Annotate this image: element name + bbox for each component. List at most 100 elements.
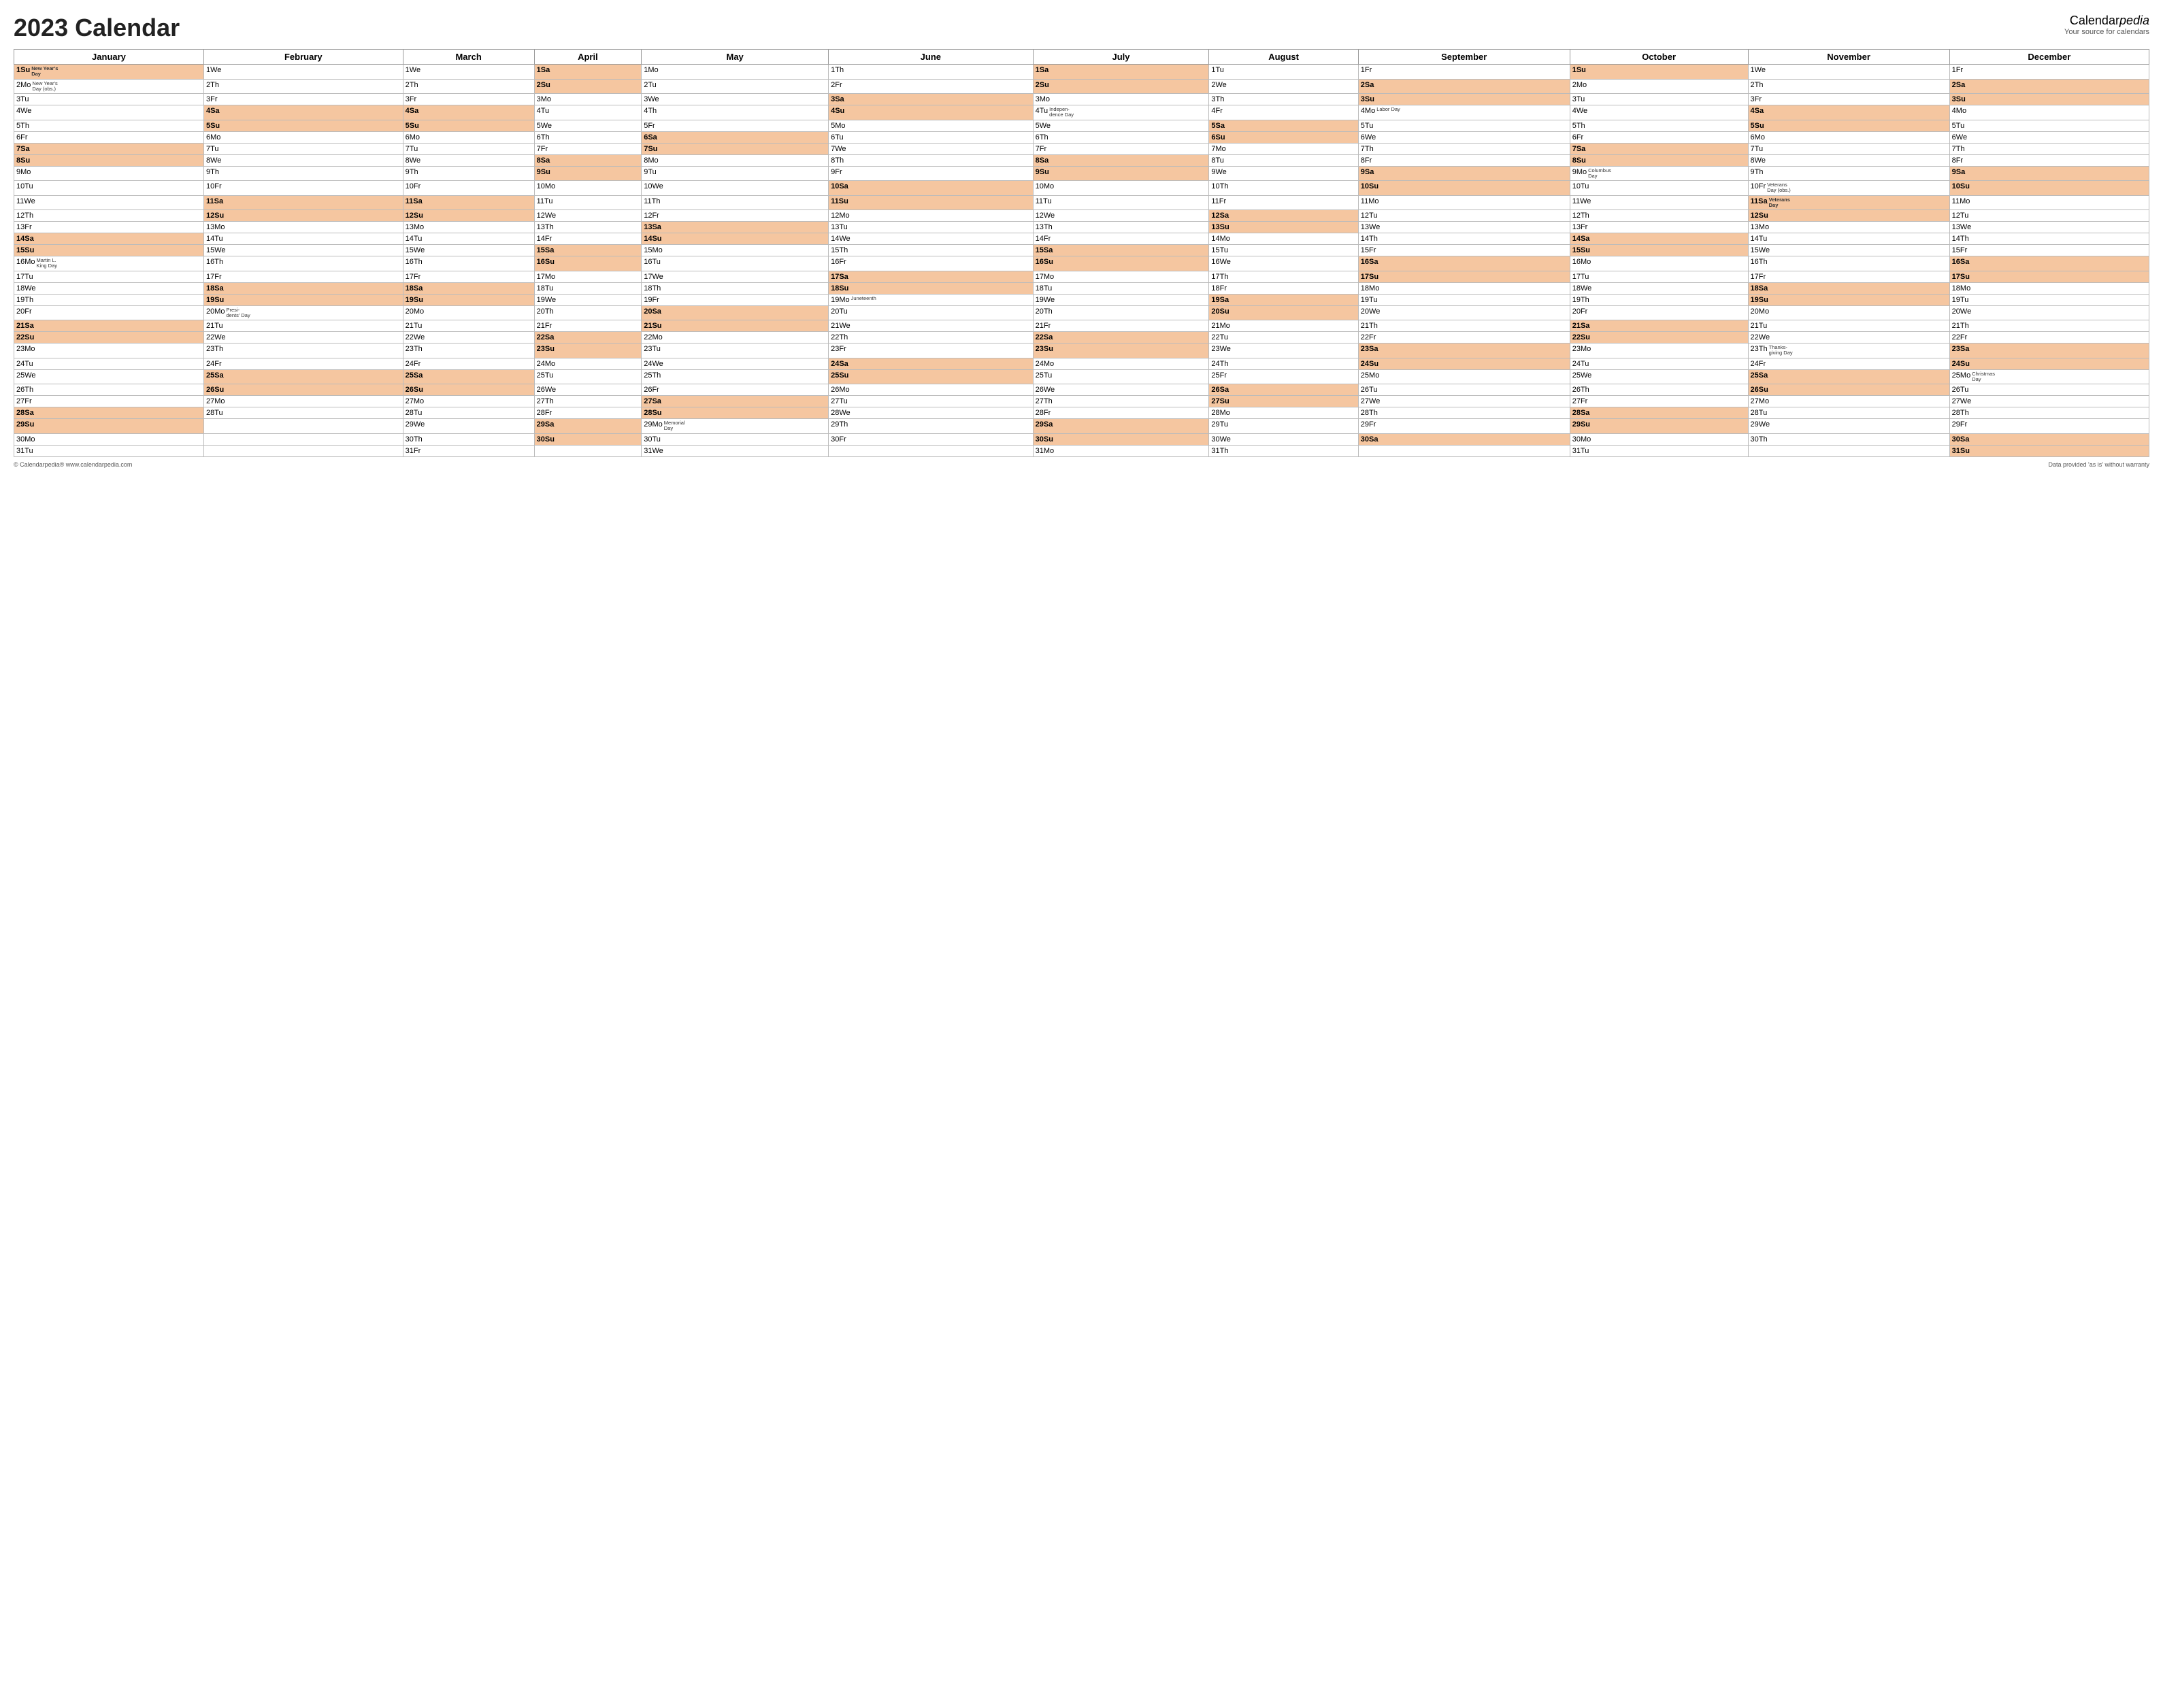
day-name: We bbox=[24, 197, 35, 205]
table-row bbox=[1358, 445, 1570, 456]
table-row: 24 Su bbox=[1949, 358, 2149, 369]
table-row: 2 Th bbox=[203, 79, 403, 94]
table-row: 16 Fr bbox=[829, 256, 1034, 271]
day-number: 15 bbox=[1572, 246, 1581, 254]
table-row: 5 Tu bbox=[1949, 120, 2149, 131]
day-name: We bbox=[1576, 107, 1587, 115]
day-name: Fr bbox=[1960, 420, 1967, 429]
day-number: 26 bbox=[1211, 386, 1219, 394]
table-row: 26 Th bbox=[14, 384, 204, 396]
day-name: Tu bbox=[1581, 273, 1589, 281]
day-name: Tu bbox=[214, 409, 222, 417]
table-row: 12 Th bbox=[1570, 210, 1748, 222]
day-number: 10 bbox=[1751, 182, 1759, 190]
day-name: Su bbox=[1576, 156, 1586, 165]
table-row: 16 MoMartin L. King Day bbox=[14, 256, 204, 271]
day-name: We bbox=[1960, 397, 1971, 405]
table-row: 4 TuIndepen- dence Day bbox=[1033, 105, 1209, 120]
day-name: We bbox=[541, 122, 552, 130]
day-number: 23 bbox=[1036, 345, 1044, 353]
table-row: 2 Tu bbox=[642, 79, 829, 94]
day-name: Fr bbox=[210, 95, 217, 103]
day-name: Mo bbox=[545, 273, 555, 281]
day-name: Tu bbox=[1759, 235, 1767, 243]
table-row: 9 Th bbox=[403, 166, 534, 181]
day-name: Sa bbox=[214, 284, 223, 292]
table-row: 26 Fr bbox=[642, 384, 829, 396]
day-name: Th bbox=[839, 420, 848, 429]
day-name: Su bbox=[545, 345, 555, 353]
table-row: 28 Tu bbox=[1748, 407, 1949, 419]
day-number: 11 bbox=[16, 197, 24, 205]
table-row: 16 Th bbox=[403, 256, 534, 271]
day-number: 30 bbox=[406, 435, 414, 443]
table-row: 17 Tu bbox=[14, 271, 204, 282]
table-row: 1 Fr bbox=[1358, 65, 1570, 80]
table-row: 25 Mo bbox=[1358, 369, 1570, 384]
table-row: 30 Sa bbox=[1949, 433, 2149, 445]
table-row: 21 Sa bbox=[14, 320, 204, 332]
table-row: 13 Su bbox=[1209, 222, 1358, 233]
day-name: Th bbox=[652, 371, 661, 380]
day-number: 24 bbox=[1952, 360, 1960, 368]
day-number: 24 bbox=[537, 360, 545, 368]
table-row: 6 Fr bbox=[14, 131, 204, 143]
day-name: Sa bbox=[1576, 145, 1585, 153]
page-footer: © Calendarpedia® www.calendarpedia.com D… bbox=[14, 461, 2149, 468]
day-number: 20 bbox=[1036, 307, 1044, 316]
day-name: Fr bbox=[1044, 409, 1051, 417]
day-name: We bbox=[1216, 81, 1227, 89]
table-row: 24 Mo bbox=[1033, 358, 1209, 369]
holiday-label: Columbus Day bbox=[1588, 168, 1611, 180]
day-name: Th bbox=[1755, 81, 1764, 89]
day-name: Tu bbox=[1365, 122, 1373, 130]
table-row: 1 We bbox=[203, 65, 403, 80]
day-name: Mo bbox=[1581, 345, 1591, 353]
day-name: Mo bbox=[1956, 107, 1966, 115]
table-row bbox=[203, 419, 403, 434]
day-name: Fr bbox=[410, 95, 416, 103]
day-name: We bbox=[1044, 212, 1055, 220]
day-name: Fr bbox=[839, 345, 846, 353]
table-row: 5 Sa bbox=[1209, 120, 1358, 131]
table-row: 26 Tu bbox=[1358, 384, 1570, 396]
table-row: 29 MoMemorial Day bbox=[642, 419, 829, 434]
table-row: 8 Su bbox=[14, 154, 204, 166]
day-number: 20 bbox=[831, 307, 839, 316]
table-row: 23 Su bbox=[1033, 344, 1209, 358]
day-name: Th bbox=[1581, 386, 1589, 394]
table-row: 19 MoJuneteenth bbox=[829, 294, 1034, 305]
header-january: January bbox=[14, 50, 204, 65]
table-row: 27 Sa bbox=[642, 396, 829, 407]
table-row: 17 Sa bbox=[829, 271, 1034, 282]
table-row: 8 Tu bbox=[1209, 154, 1358, 166]
day-name: Mo bbox=[20, 81, 31, 89]
day-name: Th bbox=[545, 307, 554, 316]
day-name: We bbox=[835, 145, 846, 153]
table-row: 30 Mo bbox=[1570, 433, 1748, 445]
table-row: 11 Th bbox=[642, 195, 829, 210]
day-number: 23 bbox=[1361, 345, 1369, 353]
day-name: Fr bbox=[24, 223, 31, 231]
day-number: 15 bbox=[1211, 246, 1219, 254]
table-row: 23 Mo bbox=[1570, 344, 1748, 358]
day-name: Su bbox=[1759, 386, 1768, 394]
day-name: Th bbox=[1960, 409, 1969, 417]
table-row: 5 Tu bbox=[1358, 120, 1570, 131]
table-row: 22 Sa bbox=[1033, 332, 1209, 344]
day-number: 16 bbox=[1572, 258, 1581, 266]
day-name: Fr bbox=[214, 273, 221, 281]
day-number: 22 bbox=[1751, 333, 1759, 341]
day-number: 17 bbox=[406, 273, 414, 281]
day-name: Su bbox=[20, 156, 30, 165]
table-row: 23 Sa bbox=[1358, 344, 1570, 358]
table-row: 13 Sa bbox=[642, 222, 829, 233]
day-name: Th bbox=[1220, 182, 1229, 190]
table-row: 17 Mo bbox=[1033, 271, 1209, 282]
day-name: Su bbox=[1759, 296, 1768, 304]
table-row: 18 Sa bbox=[203, 282, 403, 294]
day-name: Sa bbox=[1755, 107, 1764, 115]
day-name: Su bbox=[24, 246, 34, 254]
day-number: 29 bbox=[1211, 420, 1219, 429]
day-number: 31 bbox=[1952, 447, 1960, 455]
